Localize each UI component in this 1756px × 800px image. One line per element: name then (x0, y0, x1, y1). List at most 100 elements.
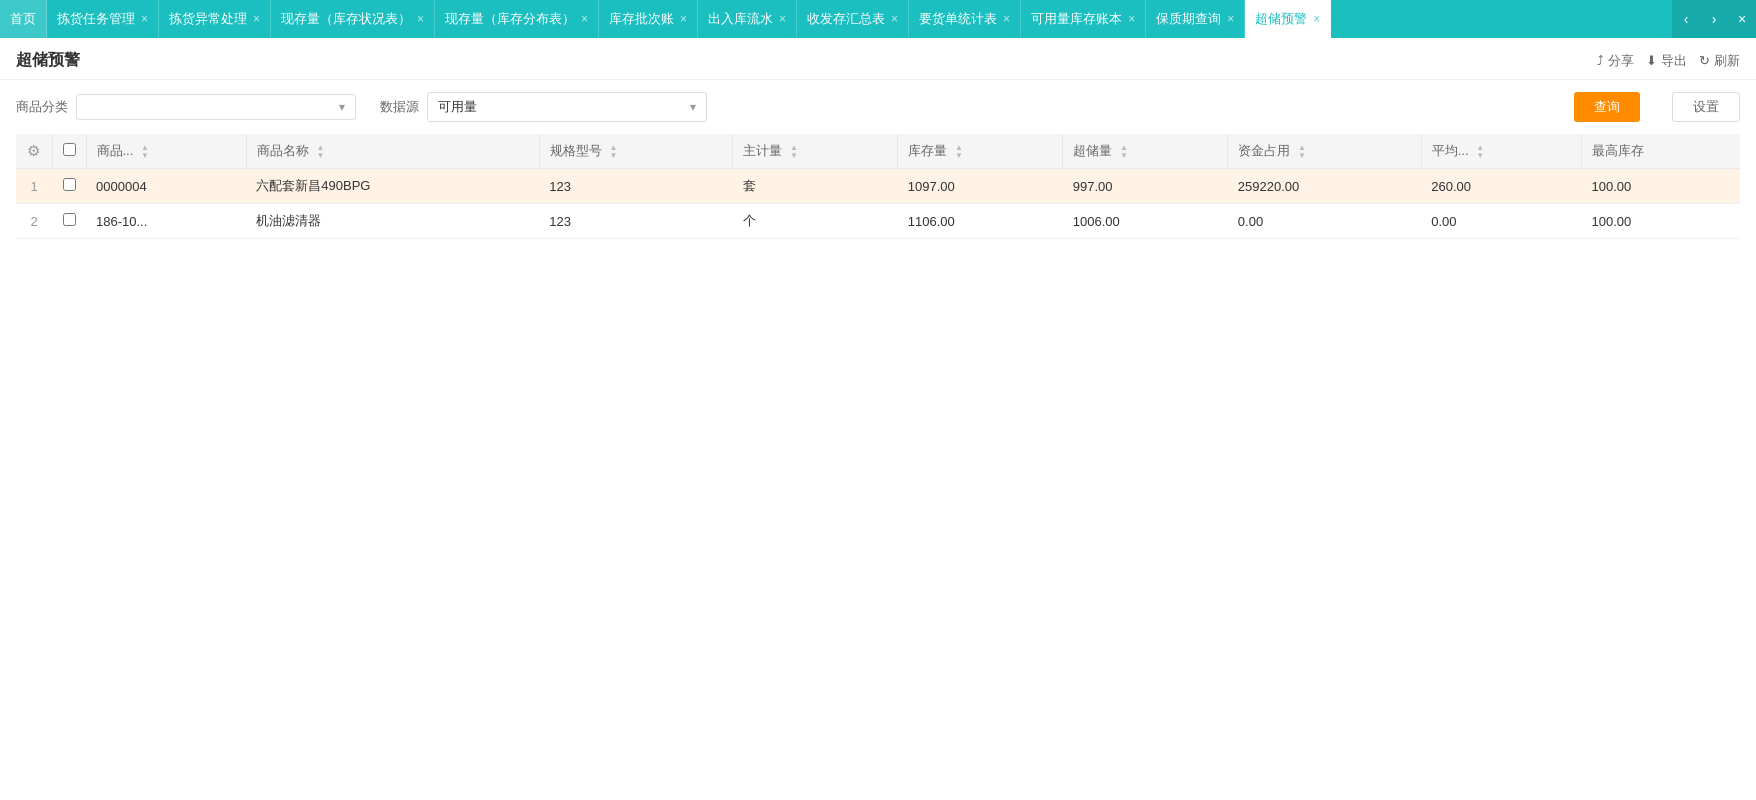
sort-icons: ▲▼ (609, 144, 617, 160)
close-icon[interactable]: × (779, 12, 786, 26)
nav-item-batch[interactable]: 库存批次账 × (599, 0, 698, 38)
page-header: 超储预警 ⤴ 分享 ⬇ 导出 ↻ 刷新 (0, 38, 1756, 80)
nav-item-flow[interactable]: 出入库流水 × (698, 0, 797, 38)
row-product-code: 0000004 (86, 169, 246, 204)
datasource-filter: 数据源 可用量 ▾ (380, 92, 707, 122)
row-spec: 123 (539, 204, 732, 239)
row-avg: 260.00 (1421, 169, 1581, 204)
row-overstock: 997.00 (1063, 169, 1228, 204)
refresh-icon: ↻ (1699, 53, 1710, 68)
th-product-name[interactable]: 商品名称 ▲▼ (246, 134, 539, 169)
sort-icons: ▲▼ (1476, 144, 1484, 160)
nav-prev-button[interactable]: ‹ (1672, 0, 1700, 38)
sort-icons: ▲▼ (790, 144, 798, 160)
close-icon[interactable]: × (253, 12, 260, 26)
sort-icons: ▲▼ (316, 144, 324, 160)
header-actions: ⤴ 分享 ⬇ 导出 ↻ 刷新 (1597, 52, 1740, 70)
datasource-select[interactable]: 可用量 ▾ (427, 92, 707, 122)
th-avg[interactable]: 平均... ▲▼ (1421, 134, 1581, 169)
select-all-checkbox[interactable] (63, 143, 76, 156)
datasource-label: 数据源 (380, 98, 419, 116)
sort-icons: ▲▼ (1298, 144, 1306, 160)
close-icon[interactable]: × (141, 12, 148, 26)
page-title: 超储预警 (16, 50, 80, 71)
row-spec: 123 (539, 169, 732, 204)
query-button[interactable]: 查询 (1574, 92, 1640, 122)
close-icon[interactable]: × (581, 12, 588, 26)
datasource-value: 可用量 (438, 98, 477, 116)
top-navigation: 首页 拣货任务管理 × 拣货异常处理 × 现存量（库存状况表） × 现存量（库存… (0, 0, 1756, 38)
row-index: 1 (16, 169, 52, 204)
row-index: 2 (16, 204, 52, 239)
th-capital[interactable]: 资金占用 ▲▼ (1228, 134, 1421, 169)
row-max-stock: 100.00 (1582, 204, 1740, 239)
nav-item-expiry[interactable]: 保质期查询 × (1146, 0, 1245, 38)
chevron-down-icon: ▾ (339, 100, 345, 114)
nav-item-home[interactable]: 首页 (0, 0, 47, 38)
row-checkbox[interactable] (63, 178, 76, 191)
th-checkbox[interactable] (52, 134, 86, 169)
th-unit[interactable]: 主计量 ▲▼ (733, 134, 898, 169)
row-unit: 套 (733, 169, 898, 204)
export-button[interactable]: ⬇ 导出 (1646, 52, 1687, 70)
th-max-stock[interactable]: 最高库存 (1582, 134, 1740, 169)
row-product-code: 186-10... (86, 204, 246, 239)
nav-item-abnormal[interactable]: 拣货异常处理 × (159, 0, 271, 38)
sort-icons: ▲▼ (141, 144, 149, 160)
row-stock: 1106.00 (898, 204, 1063, 239)
nav-arrows: ‹ › × (1672, 0, 1756, 38)
nav-item-stock-dist[interactable]: 现存量（库存分布表） × (435, 0, 599, 38)
row-capital: 259220.00 (1228, 169, 1421, 204)
gear-icon[interactable]: ⚙ (27, 142, 40, 159)
nav-close-button[interactable]: × (1728, 0, 1756, 38)
nav-item-stock-status[interactable]: 现存量（库存状况表） × (271, 0, 435, 38)
close-icon[interactable]: × (417, 12, 424, 26)
page-content: 超储预警 ⤴ 分享 ⬇ 导出 ↻ 刷新 商品分类 ▾ 数据源 (0, 38, 1756, 800)
row-checkbox[interactable] (63, 213, 76, 226)
settings-button[interactable]: 设置 (1672, 92, 1740, 122)
table-header-row: ⚙ 商品... ▲▼ 商品名称 ▲▼ 规格型号 ▲▼ (16, 134, 1740, 169)
sort-icons: ▲▼ (1120, 144, 1128, 160)
nav-item-task-mgmt[interactable]: 拣货任务管理 × (47, 0, 159, 38)
row-overstock: 1006.00 (1063, 204, 1228, 239)
data-table: ⚙ 商品... ▲▼ 商品名称 ▲▼ 规格型号 ▲▼ (16, 134, 1740, 239)
row-unit: 个 (733, 204, 898, 239)
row-stock: 1097.00 (898, 169, 1063, 204)
row-avg: 0.00 (1421, 204, 1581, 239)
nav-item-available[interactable]: 可用量库存账本 × (1021, 0, 1146, 38)
nav-item-summary[interactable]: 收发存汇总表 × (797, 0, 909, 38)
table-row: 1 0000004 六配套新昌490BPG 123 套 1097.00 997.… (16, 169, 1740, 204)
close-icon[interactable]: × (1313, 12, 1320, 26)
close-icon[interactable]: × (1227, 12, 1234, 26)
th-settings[interactable]: ⚙ (16, 134, 52, 169)
refresh-button[interactable]: ↻ 刷新 (1699, 52, 1740, 70)
share-button[interactable]: ⤴ 分享 (1597, 52, 1634, 70)
th-spec[interactable]: 规格型号 ▲▼ (539, 134, 732, 169)
th-product-code[interactable]: 商品... ▲▼ (86, 134, 246, 169)
row-checkbox-cell[interactable] (52, 204, 86, 239)
th-stock[interactable]: 库存量 ▲▼ (898, 134, 1063, 169)
share-icon: ⤴ (1597, 53, 1604, 68)
category-label: 商品分类 (16, 98, 68, 116)
row-capital: 0.00 (1228, 204, 1421, 239)
chevron-down-icon: ▾ (690, 100, 696, 114)
table-body: 1 0000004 六配套新昌490BPG 123 套 1097.00 997.… (16, 169, 1740, 239)
filter-area: 商品分类 ▾ 数据源 可用量 ▾ 查询 设置 (0, 80, 1756, 134)
row-max-stock: 100.00 (1582, 169, 1740, 204)
table-row: 2 186-10... 机油滤清器 123 个 1106.00 1006.00 … (16, 204, 1740, 239)
nav-item-overstock[interactable]: 超储预警 × (1245, 0, 1331, 38)
nav-next-button[interactable]: › (1700, 0, 1728, 38)
category-filter: 商品分类 ▾ (16, 94, 356, 120)
table-container: ⚙ 商品... ▲▼ 商品名称 ▲▼ 规格型号 ▲▼ (0, 134, 1756, 239)
sort-icons: ▲▼ (955, 144, 963, 160)
row-product-name: 机油滤清器 (246, 204, 539, 239)
category-select[interactable]: ▾ (76, 94, 356, 120)
th-overstock[interactable]: 超储量 ▲▼ (1063, 134, 1228, 169)
row-product-name: 六配套新昌490BPG (246, 169, 539, 204)
nav-item-demand[interactable]: 要货单统计表 × (909, 0, 1021, 38)
close-icon[interactable]: × (680, 12, 687, 26)
row-checkbox-cell[interactable] (52, 169, 86, 204)
close-icon[interactable]: × (891, 12, 898, 26)
close-icon[interactable]: × (1003, 12, 1010, 26)
close-icon[interactable]: × (1128, 12, 1135, 26)
